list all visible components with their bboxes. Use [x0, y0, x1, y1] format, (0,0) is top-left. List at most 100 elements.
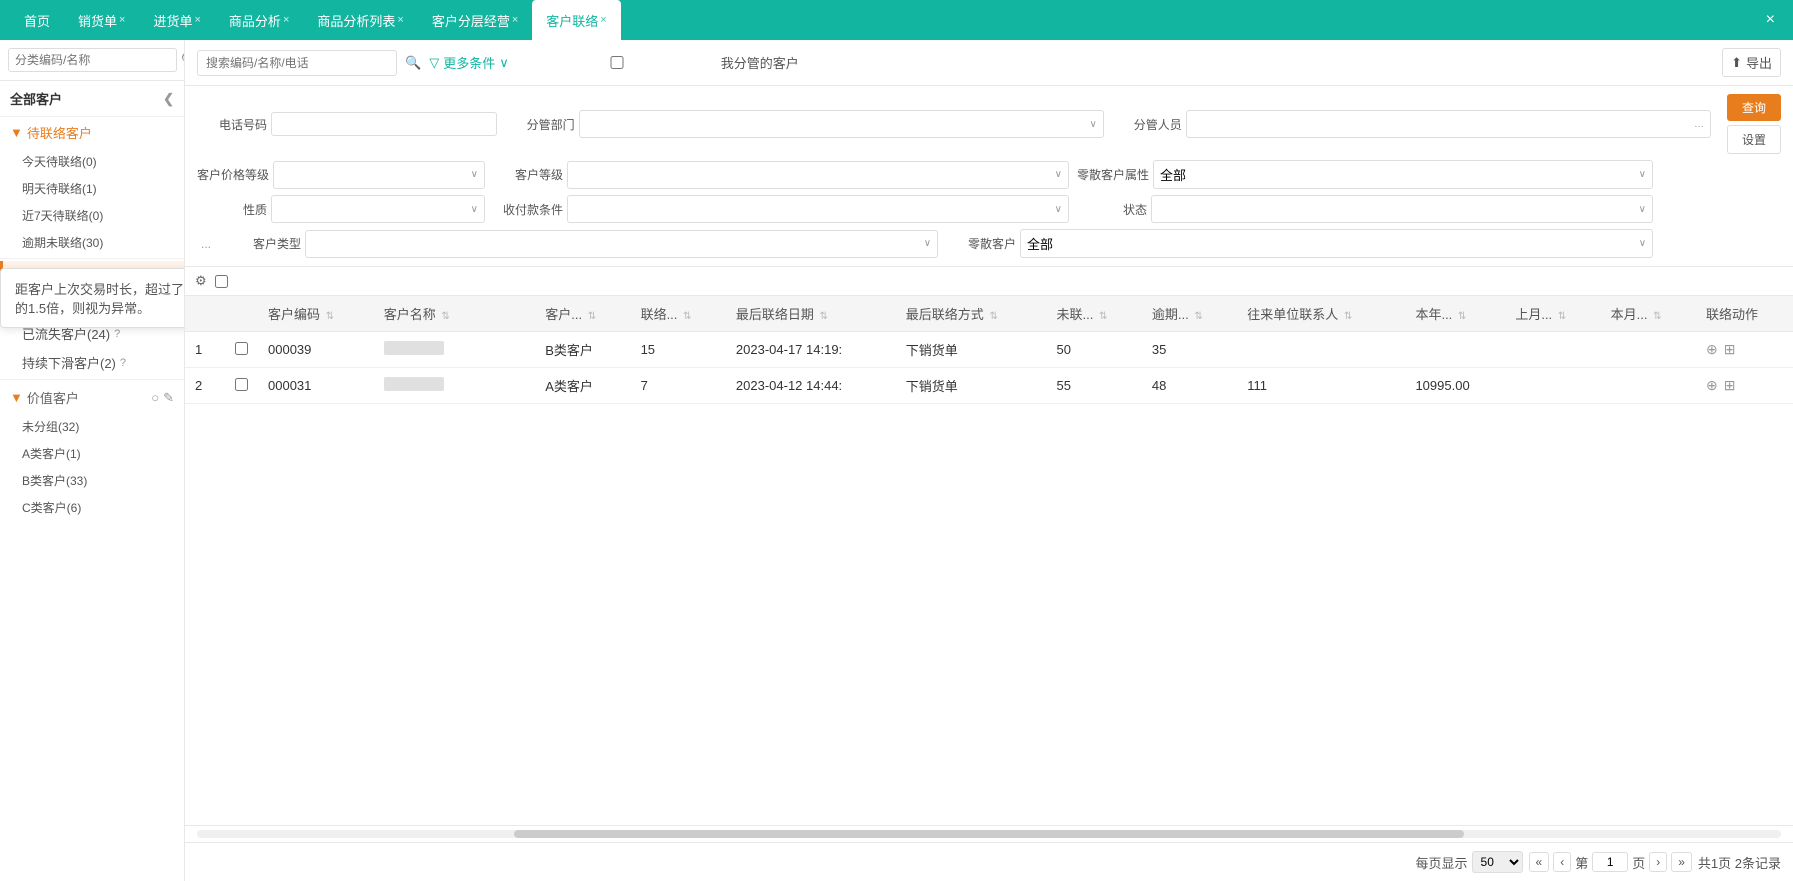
dept-arrow-icon: ∨ — [1089, 119, 1096, 130]
payment-select[interactable]: ∨ — [567, 195, 1069, 223]
close-sales-tab[interactable]: × — [119, 14, 125, 26]
row1-last-method: 下销货单 — [896, 332, 1047, 368]
nav-customer-tier[interactable]: 客户分层经营 × — [418, 0, 532, 40]
sidebar-value-customer-group[interactable]: ▼ 价值客户 ○ ✎ — [0, 382, 184, 413]
nav-customer-contact[interactable]: 客户联络 × — [532, 0, 620, 40]
toolbar: 🔍 ▽ 更多条件 ∨ 我分管的客户 ⬆ 导出 — [185, 40, 1793, 86]
sidebar-search-icon[interactable]: 🔍 — [181, 52, 185, 68]
row2-method-link[interactable]: 下销货单 — [906, 379, 958, 394]
sidebar-search-input[interactable] — [8, 48, 177, 72]
row1-level: B类客户 — [535, 332, 630, 368]
close-product-list-tab[interactable]: × — [397, 14, 403, 26]
export-btn[interactable]: ⬆ 导出 — [1722, 48, 1781, 77]
row1-method-link[interactable]: 下销货单 — [906, 343, 958, 358]
select-all-checkbox[interactable] — [215, 275, 228, 288]
sidebar-wait-contact-section[interactable]: ▼ 待联络客户 — [0, 117, 184, 148]
window-close-button[interactable]: × — [1758, 11, 1783, 29]
col-code: 客户编码 ⇅ — [258, 296, 374, 332]
page-input[interactable] — [1592, 852, 1628, 872]
sidebar-declining-customers[interactable]: 持续下滑客户(2) ? — [0, 348, 184, 377]
export-icon: ⬆ — [1731, 55, 1742, 71]
customer-table: 客户编码 ⇅ 客户名称 ⇅ 客户... ⇅ 联络... — [185, 296, 1793, 404]
sidebar-a-customers[interactable]: A类客户(1) — [0, 440, 184, 467]
row1-select[interactable] — [235, 342, 248, 355]
horizontal-scroll-area[interactable] — [185, 825, 1793, 842]
phone-input[interactable] — [271, 112, 497, 136]
row1-grid-icon[interactable]: ⊞ — [1724, 341, 1736, 358]
filter-row-3: 性质 ∨ 收付款条件 ∨ 状态 — [197, 195, 1781, 223]
filter-gender: 性质 ∨ — [197, 195, 485, 223]
filter-dots[interactable]: ... — [197, 237, 215, 251]
setting-btn[interactable]: 设置 — [1727, 125, 1781, 154]
row1-name — [374, 332, 535, 368]
nav-sales[interactable]: 销货单 × — [64, 0, 139, 40]
scroll-thumb[interactable] — [514, 830, 1464, 838]
table-settings-icon[interactable]: ⚙ — [195, 273, 207, 289]
row1-no: 1 — [185, 332, 225, 368]
nav-home[interactable]: 首页 — [10, 0, 64, 40]
sidebar-b-customers[interactable]: B类客户(33) — [0, 467, 184, 494]
wait-contact-label: 待联络客户 — [27, 123, 92, 142]
sidebar-all-customers-header: 全部客户 ❮ — [0, 81, 184, 117]
sidebar-overdue-contact[interactable]: 逾期未联络(30) — [0, 229, 184, 256]
row1-this-year — [1405, 332, 1505, 368]
value-add-icon[interactable]: ✎ — [163, 390, 174, 406]
last-date-sort-icon: ⇅ — [820, 311, 828, 322]
row1-link-icon[interactable]: ⊕ — [1706, 341, 1718, 358]
retail-customer-select[interactable]: 全部 ∨ — [1020, 229, 1653, 258]
my-customer-filter: 我分管的客户 — [517, 53, 799, 72]
row1-last-date: 2023-04-17 14:19: — [726, 332, 896, 368]
last-page-btn[interactable]: » — [1671, 852, 1692, 872]
row2-last-method: 下销货单 — [896, 368, 1047, 404]
sidebar-c-customers[interactable]: C类客户(6) — [0, 494, 184, 521]
row2-grid-icon[interactable]: ⊞ — [1724, 377, 1736, 394]
nav-product-list[interactable]: 商品分析列表 × — [303, 0, 417, 40]
value-edit-icon[interactable]: ○ — [151, 390, 159, 406]
first-page-btn[interactable]: « — [1529, 852, 1550, 872]
page-navigation: « ‹ 第 页 › » — [1529, 852, 1692, 872]
search-icon[interactable]: 🔍 — [405, 55, 421, 71]
close-customer-contact-tab[interactable]: × — [600, 14, 606, 26]
dept-select[interactable]: ∨ — [579, 110, 1104, 138]
close-purchase-tab[interactable]: × — [194, 14, 200, 26]
sidebar-today-contact[interactable]: 今天待联络(0) — [0, 148, 184, 175]
row1-no-contact: 50 — [1047, 332, 1142, 368]
last-month-sort-icon: ⇅ — [1558, 311, 1566, 322]
close-product-tab[interactable]: × — [283, 14, 289, 26]
col-name: 客户名称 ⇅ — [374, 296, 535, 332]
retail-attr-label: 零散客户属性 — [1077, 166, 1149, 183]
type-arrow-icon: ∨ — [924, 238, 931, 249]
price-level-select[interactable]: ∨ — [273, 161, 485, 189]
row2-select[interactable] — [235, 378, 248, 391]
retail-attr-select[interactable]: 全部 ∨ — [1153, 160, 1653, 189]
row2-link-icon[interactable]: ⊕ — [1706, 377, 1718, 394]
row2-last-month — [1505, 368, 1600, 404]
nav-product-analysis[interactable]: 商品分析 × — [215, 0, 303, 40]
filter-row-2: 客户价格等级 ∨ 客户等级 ∨ 零散客户属性 全部 — [197, 160, 1781, 189]
status-arrow-icon: ∨ — [1639, 204, 1646, 215]
my-customer-checkbox[interactable] — [517, 56, 717, 69]
prev-page-btn[interactable]: ‹ — [1553, 852, 1571, 872]
export-label: 导出 — [1746, 53, 1772, 72]
sidebar-collapse-btn[interactable]: ❮ — [163, 91, 174, 107]
declining-help-icon: ? — [120, 357, 126, 369]
more-conditions-btn[interactable]: ▽ 更多条件 ∨ — [429, 53, 509, 72]
level-sort-icon: ⇅ — [588, 311, 596, 322]
filter-customer-type: 客户类型 ∨ — [231, 230, 938, 258]
nav-purchase[interactable]: 进货单 × — [139, 0, 214, 40]
query-btn[interactable]: 查询 — [1727, 94, 1781, 121]
next-page-btn[interactable]: › — [1649, 852, 1667, 872]
filter-customer-level: 客户等级 ∨ — [493, 161, 1069, 189]
sidebar-ungroup[interactable]: 未分组(32) — [0, 413, 184, 440]
status-select[interactable]: ∨ — [1151, 195, 1653, 223]
sidebar-tomorrow-contact[interactable]: 明天待联络(1) — [0, 175, 184, 202]
search-input[interactable] — [197, 50, 397, 76]
per-page-select[interactable]: 50 20 100 — [1472, 851, 1523, 873]
customer-level-select[interactable]: ∨ — [567, 161, 1069, 189]
customer-type-select[interactable]: ∨ — [305, 230, 938, 258]
last-method-sort-icon: ⇅ — [989, 311, 997, 322]
sidebar-7day-contact[interactable]: 近7天待联络(0) — [0, 202, 184, 229]
close-customer-tier-tab[interactable]: × — [512, 14, 518, 26]
gender-select[interactable]: ∨ — [271, 195, 485, 223]
person-select[interactable]: … — [1186, 110, 1711, 138]
